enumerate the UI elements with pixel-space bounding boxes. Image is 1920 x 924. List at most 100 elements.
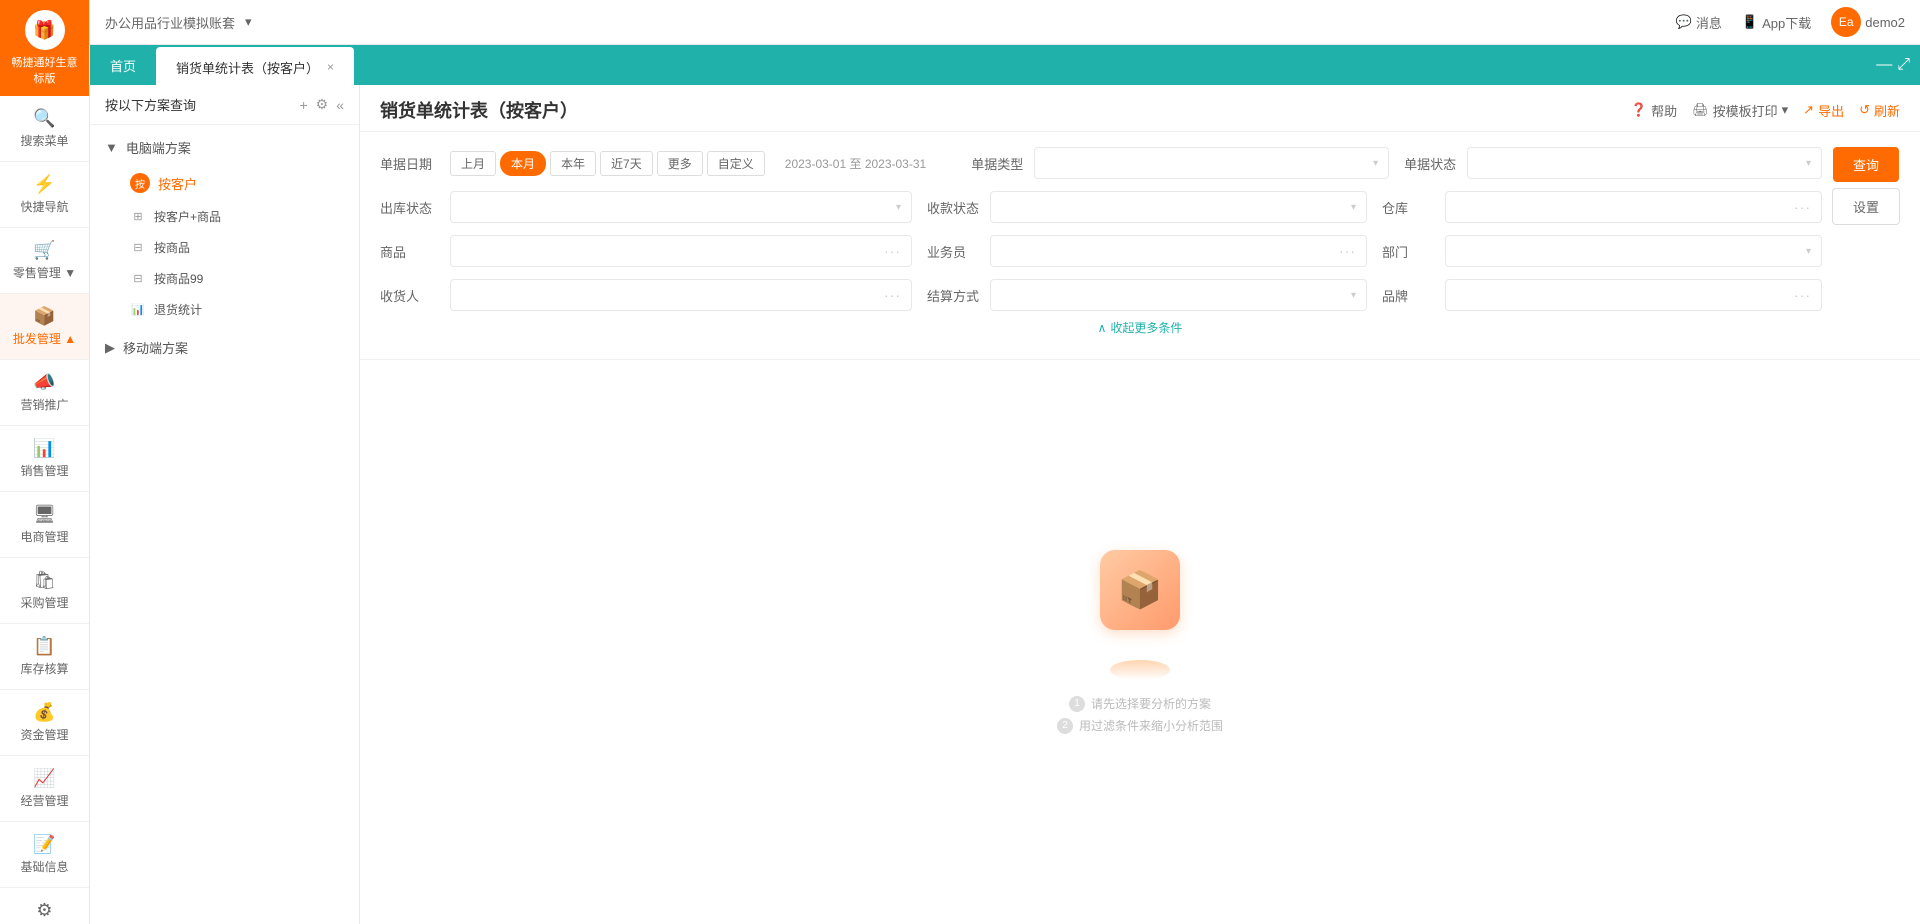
- sidebar-item-电商管理[interactable]: 🖥 电商管理: [0, 492, 89, 558]
- out-status-select[interactable]: ▾: [450, 191, 912, 223]
- print-dropdown-icon[interactable]: ▾: [1782, 102, 1789, 118]
- sidebar-item-营销推广[interactable]: 📣 营销推广: [0, 360, 89, 426]
- industry-dropdown-icon[interactable]: ▾: [245, 14, 252, 30]
- hint-num-1: 1: [1069, 696, 1085, 712]
- sidebar-item-库存核算[interactable]: 📋库存核算: [0, 624, 89, 690]
- minimize-icon[interactable]: —: [1876, 56, 1892, 74]
- tree-item-customer[interactable]: 按 按客户: [90, 165, 359, 201]
- main-area: 办公用品行业模拟账套 ▾ 💬 消息 📱 App下载 Ea demo2 首页: [90, 0, 1920, 924]
- consignee-select[interactable]: ···: [450, 279, 912, 311]
- tab-sales-stats[interactable]: 销货单统计表（按客户） ×: [156, 47, 354, 87]
- settings-scheme-btn[interactable]: ⚙: [316, 96, 329, 113]
- tree-item-customer-goods[interactable]: ⊞ 按客户+商品: [90, 201, 359, 232]
- hint-num-2: 2: [1057, 718, 1073, 734]
- payment-select[interactable]: ▾: [990, 279, 1367, 311]
- empty-hint-1: 1 请先选择要分析的方案: [1069, 695, 1211, 712]
- refresh-icon: ↺: [1859, 102, 1870, 118]
- sidebar-item-label: 电商管理: [20, 528, 68, 545]
- tree-item-return-stats[interactable]: 📊 退货统计: [90, 294, 359, 325]
- logo-area: 🎁 畅捷通好生意 标版: [0, 0, 89, 96]
- sidebar-icon: 📝: [33, 834, 55, 855]
- export-btn[interactable]: ↗ 导出: [1803, 101, 1844, 120]
- settings-btn[interactable]: 设置: [1832, 188, 1900, 225]
- sidebar-item-系统管理[interactable]: ⚙系统管理: [0, 888, 89, 924]
- top-bar-left: 办公用品行业模拟账套 ▾: [105, 13, 252, 32]
- tree-desktop-section[interactable]: ▼ 电脑端方案: [90, 130, 359, 165]
- date-btn-上月[interactable]: 上月: [450, 151, 496, 176]
- filter-body: 单据日期 上月本月本年近7天更多自定义 2023-03-01 至 2023-03…: [380, 147, 1822, 311]
- sidebar-item-销售管理[interactable]: 📊销售管理: [0, 426, 89, 492]
- sidebar-icon: 📈: [33, 768, 55, 789]
- sidebar-icon: 💰: [33, 702, 55, 723]
- active-indicator: 按: [130, 173, 150, 193]
- right-panel: 销货单统计表（按客户） ❓ 帮助 🖨 按模板打印 ▾ ↗: [360, 85, 1920, 924]
- brand-select[interactable]: ···: [1445, 279, 1822, 311]
- order-status-chevron: ▾: [1806, 158, 1811, 169]
- add-scheme-btn[interactable]: +: [299, 97, 307, 113]
- user-area[interactable]: Ea demo2: [1831, 7, 1905, 37]
- tab-close-btn[interactable]: ×: [327, 60, 334, 74]
- help-btn[interactable]: ❓ 帮助: [1631, 101, 1677, 120]
- tree-expand-icon: ▼: [105, 140, 118, 155]
- sidebar-item-快捷导航[interactable]: ⚡快捷导航: [0, 162, 89, 228]
- sidebar-icon: 📋: [33, 636, 55, 657]
- collapse-icon: ∧: [1098, 321, 1107, 335]
- header-actions: ❓ 帮助 🖨 按模板打印 ▾ ↗ 导出 ↺: [1631, 101, 1900, 120]
- help-icon: ❓: [1631, 102, 1647, 118]
- receipt-status-chevron: ▾: [1351, 202, 1356, 213]
- brand-dots: ···: [1794, 287, 1811, 303]
- date-btn-自定义[interactable]: 自定义: [707, 151, 765, 176]
- tree-item-goods99[interactable]: ⊟ 按商品99: [90, 263, 359, 294]
- sidebar-icon: 📣: [33, 372, 55, 393]
- sidebar-item-零售管理[interactable]: 🛒零售管理 ▼: [0, 228, 89, 294]
- sidebar-icon: 🖥: [33, 504, 56, 525]
- receipt-status-select[interactable]: ▾: [990, 191, 1367, 223]
- sidebar-item-批发管理[interactable]: 📦批发管理 ▲: [0, 294, 89, 360]
- content-area: 按以下方案查询 + ⚙ « ▼ 电脑端方案 按 按客户: [90, 85, 1920, 924]
- desktop-section: ▼ 电脑端方案 按 按客户 ⊞ 按客户+商品 ⊟ 按商品: [90, 130, 359, 325]
- left-panel-actions: + ⚙ «: [299, 96, 344, 113]
- right-panel-header: 销货单统计表（按客户） ❓ 帮助 🖨 按模板打印 ▾ ↗: [360, 85, 1920, 132]
- order-type-label: 单据类型: [971, 154, 1026, 173]
- message-icon: 💬: [1676, 14, 1692, 30]
- sidebar-item-基础信息[interactable]: 📝基础信息: [0, 822, 89, 888]
- date-btn-本年[interactable]: 本年: [550, 151, 596, 176]
- salesman-select[interactable]: ···: [990, 235, 1367, 267]
- maximize-icon[interactable]: ⤢: [1897, 56, 1910, 74]
- goods-select[interactable]: ···: [450, 235, 912, 267]
- tab-home[interactable]: 首页: [90, 45, 156, 85]
- app-download-btn[interactable]: 📱 App下载: [1742, 13, 1811, 32]
- payment-chevron: ▾: [1351, 290, 1356, 301]
- sidebar-item-采购管理[interactable]: 🛍采购管理: [0, 558, 89, 624]
- table2-icon: ⊟: [130, 271, 146, 287]
- refresh-btn[interactable]: ↺ 刷新: [1859, 101, 1900, 120]
- collapse-btn[interactable]: ∧ 收起更多条件: [380, 311, 1900, 344]
- tree-mobile-expand-icon: ▶: [105, 340, 115, 356]
- date-btn-近7天[interactable]: 近7天: [600, 151, 653, 176]
- print-btn[interactable]: 🖨 按模板打印 ▾: [1692, 101, 1788, 120]
- order-type-chevron: ▾: [1373, 158, 1378, 169]
- sidebar-item-搜索菜单[interactable]: 🔍搜索菜单: [0, 96, 89, 162]
- grid-icon: ⊞: [130, 209, 146, 225]
- department-select[interactable]: ▾: [1445, 235, 1822, 267]
- date-btn-本月[interactable]: 本月: [500, 151, 546, 176]
- out-status-label: 出库状态: [380, 198, 435, 217]
- main-filter-row: 单据日期 上月本月本年近7天更多自定义 2023-03-01 至 2023-03…: [380, 147, 1900, 311]
- sidebar-item-label: 零售管理 ▼: [13, 264, 76, 281]
- order-status-select[interactable]: ▾: [1467, 147, 1822, 179]
- sidebar-icon: ⚡: [33, 174, 55, 195]
- sidebar-item-资金管理[interactable]: 💰资金管理: [0, 690, 89, 756]
- tree-item-goods[interactable]: ⊟ 按商品: [90, 232, 359, 263]
- top-bar: 办公用品行业模拟账套 ▾ 💬 消息 📱 App下载 Ea demo2: [90, 0, 1920, 45]
- order-type-select[interactable]: ▾: [1034, 147, 1389, 179]
- collapse-panel-btn[interactable]: «: [336, 97, 344, 113]
- message-btn[interactable]: 💬 消息: [1676, 13, 1722, 32]
- query-btn[interactable]: 查询: [1833, 147, 1899, 182]
- warehouse-select[interactable]: ···: [1445, 191, 1822, 223]
- sidebar-item-经营管理[interactable]: 📈经营管理: [0, 756, 89, 822]
- tree-mobile-section[interactable]: ▶ 移动端方案: [90, 330, 359, 365]
- sidebar-icon: 📦: [33, 306, 55, 327]
- sidebar-item-label: 营销推广: [20, 396, 68, 413]
- table-icon: ⊟: [130, 240, 146, 256]
- date-btn-更多[interactable]: 更多: [657, 151, 703, 176]
